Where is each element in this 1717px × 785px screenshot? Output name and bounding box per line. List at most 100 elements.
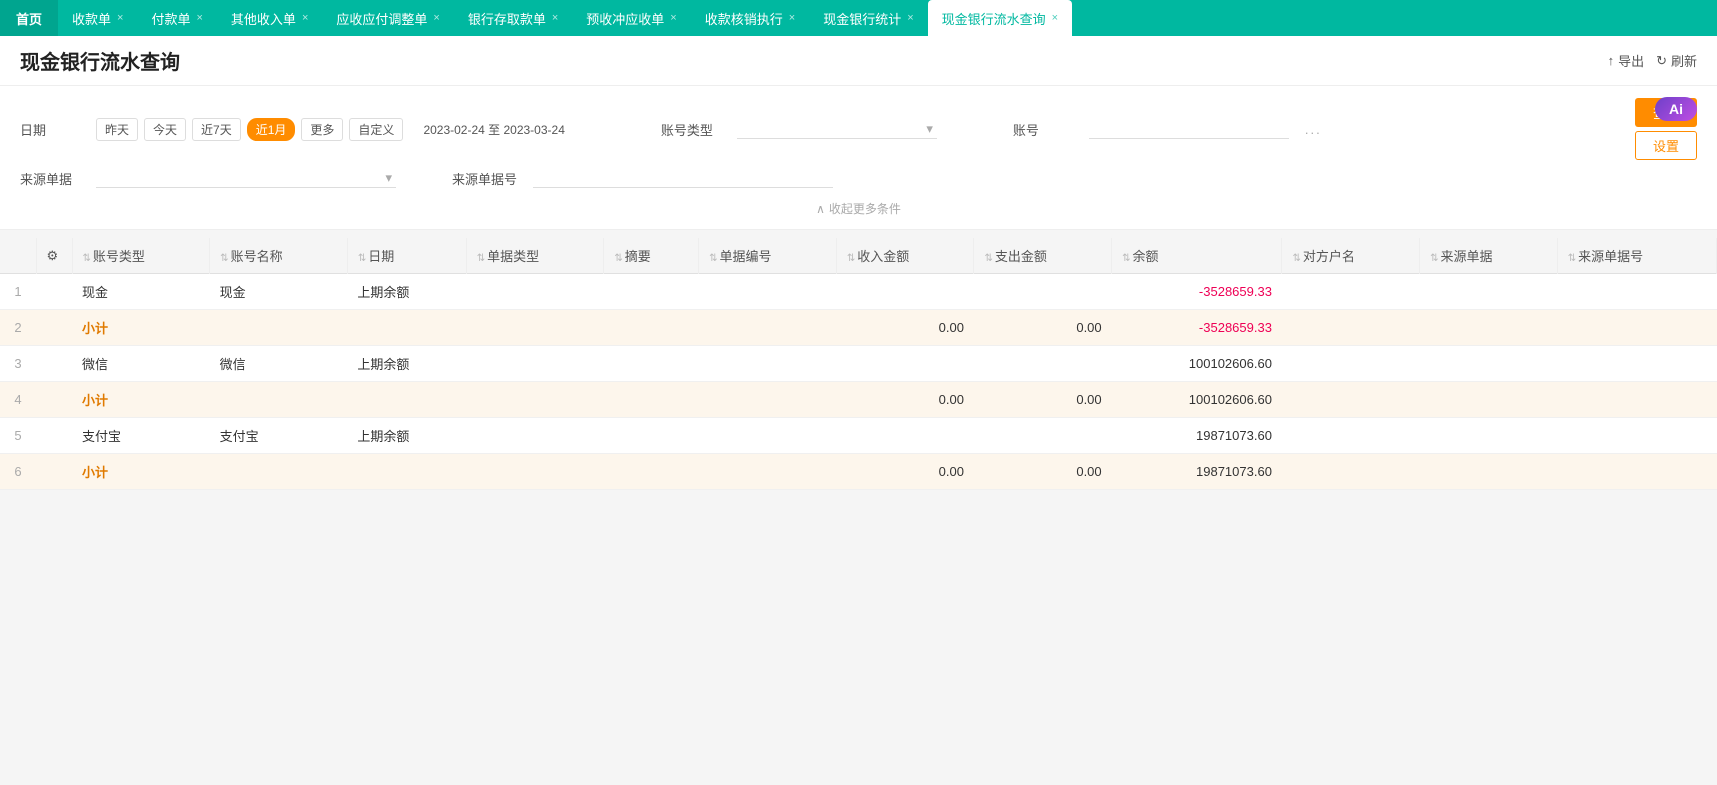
- refresh-button[interactable]: ↻ 刷新: [1656, 51, 1697, 70]
- cell-source_doc: [1420, 454, 1558, 490]
- nav-tab-label: 预收冲应收单: [586, 9, 664, 28]
- col-num: [0, 238, 36, 274]
- cell-account_name: [210, 454, 348, 490]
- col-header-income[interactable]: ⇅收入金额: [836, 238, 974, 274]
- export-button[interactable]: ↑ 导出: [1608, 51, 1645, 70]
- nav-tab-收款核销执行[interactable]: 收款核销执行×: [691, 0, 809, 36]
- close-tab-icon[interactable]: ×: [789, 12, 795, 24]
- col-header-summary[interactable]: ⇅摘要: [604, 238, 699, 274]
- nav-tab-应收应付调整单[interactable]: 应收应付调整单×: [322, 0, 453, 36]
- col-header-settings[interactable]: ⚙: [36, 238, 72, 274]
- cell-doc_type: [466, 310, 604, 346]
- cell-balance: 19871073.60: [1112, 454, 1282, 490]
- col-header-expense[interactable]: ⇅支出金额: [974, 238, 1112, 274]
- sort-icon-doc_type: ⇅: [477, 253, 485, 264]
- cell-account_type: 小计: [72, 310, 210, 346]
- nav-tab-付款单[interactable]: 付款单×: [137, 0, 216, 36]
- sort-icon-balance: ⇅: [1122, 253, 1130, 264]
- account-input[interactable]: [1089, 119, 1289, 139]
- col-header-doc_type[interactable]: ⇅单据类型: [466, 238, 604, 274]
- row-settings-cell: [36, 382, 72, 418]
- close-tab-icon[interactable]: ×: [552, 12, 558, 24]
- sort-icon-account_type: ⇅: [83, 253, 91, 264]
- close-tab-icon[interactable]: ×: [196, 12, 202, 24]
- date-label: 日期: [20, 120, 80, 139]
- close-tab-icon[interactable]: ×: [670, 12, 676, 24]
- row-num: 5: [0, 418, 36, 454]
- cell-date: [347, 382, 466, 418]
- cell-expense: 0.00: [974, 310, 1112, 346]
- source-doc-no-input[interactable]: [533, 168, 833, 188]
- account-type-select[interactable]: 现金 微信 支付宝: [737, 119, 937, 139]
- cell-account_type: 支付宝: [72, 418, 210, 454]
- cell-account_name: 支付宝: [210, 418, 348, 454]
- cell-income: [836, 274, 974, 310]
- cell-counterparty: [1282, 274, 1420, 310]
- row-settings-cell: [36, 454, 72, 490]
- close-tab-icon[interactable]: ×: [302, 12, 308, 24]
- close-tab-icon[interactable]: ×: [1052, 12, 1058, 24]
- table-row: 4小计0.000.00100102606.60: [0, 382, 1717, 418]
- nav-tab-银行存取款单[interactable]: 银行存取款单×: [454, 0, 572, 36]
- cell-counterparty: [1282, 454, 1420, 490]
- sort-icon-account_name: ⇅: [220, 253, 228, 264]
- nav-tab-其他收入单[interactable]: 其他收入单×: [217, 0, 322, 36]
- col-header-balance[interactable]: ⇅余额: [1112, 238, 1282, 274]
- cell-doc_no: [699, 454, 837, 490]
- date-btn-昨天[interactable]: 昨天: [96, 118, 138, 141]
- ai-button[interactable]: Ai: [1655, 97, 1697, 121]
- date-btn-近7天[interactable]: 近7天: [192, 118, 241, 141]
- nav-tab-预收冲应收单[interactable]: 预收冲应收单 ×: [572, 0, 690, 36]
- nav-home[interactable]: 首页: [0, 0, 58, 36]
- data-table: ⚙ ⇅账号类型⇅账号名称⇅日期⇅单据类型⇅摘要⇅单据编号⇅收入金额⇅支出金额⇅余额…: [0, 238, 1717, 490]
- table-row: 5支付宝支付宝上期余额19871073.60: [0, 418, 1717, 454]
- account-label: 账号: [1013, 120, 1073, 139]
- cell-income: [836, 346, 974, 382]
- col-header-doc_no[interactable]: ⇅单据编号: [699, 238, 837, 274]
- col-header-counterparty[interactable]: ⇅对方户名: [1282, 238, 1420, 274]
- row-num: 2: [0, 310, 36, 346]
- cell-doc_type: [466, 382, 604, 418]
- col-header-account_name[interactable]: ⇅账号名称: [210, 238, 348, 274]
- settings-gear-icon[interactable]: ⚙: [47, 248, 59, 263]
- cell-balance: -3528659.33: [1112, 274, 1282, 310]
- close-tab-icon[interactable]: ×: [433, 12, 439, 24]
- table-container: ⚙ ⇅账号类型⇅账号名称⇅日期⇅单据类型⇅摘要⇅单据编号⇅收入金额⇅支出金额⇅余额…: [0, 238, 1717, 490]
- col-header-source_doc[interactable]: ⇅来源单据: [1420, 238, 1558, 274]
- cell-account_name: 微信: [210, 346, 348, 382]
- table-row: 2小计0.000.00-3528659.33: [0, 310, 1717, 346]
- source-doc-select[interactable]: [96, 168, 396, 188]
- cell-account_type: 现金: [72, 274, 210, 310]
- row-settings-cell: [36, 346, 72, 382]
- row-num: 4: [0, 382, 36, 418]
- cell-source_doc_no: [1557, 454, 1716, 490]
- cell-source_doc_no: [1557, 274, 1716, 310]
- close-tab-icon[interactable]: ×: [907, 12, 913, 24]
- nav-tab-现金银行统计[interactable]: 现金银行统计×: [809, 0, 927, 36]
- cell-source_doc: [1420, 346, 1558, 382]
- filter-area: 日期 昨天今天近7天近1月更多自定义 2023-02-24 至 2023-03-…: [0, 86, 1717, 230]
- cell-source_doc: [1420, 382, 1558, 418]
- nav-tab-收款单[interactable]: 收款单×: [58, 0, 137, 36]
- cell-balance: -3528659.33: [1112, 310, 1282, 346]
- header-actions: ↑ 导出 ↻ 刷新: [1608, 51, 1697, 70]
- cell-source_doc_no: [1557, 382, 1716, 418]
- collapse-button[interactable]: ∧ 收起更多条件: [816, 200, 901, 217]
- date-btn-更多[interactable]: 更多: [301, 118, 343, 141]
- col-header-account_type[interactable]: ⇅账号类型: [72, 238, 210, 274]
- date-range: 2023-02-24 至 2023-03-24: [423, 121, 564, 138]
- more-button[interactable]: ...: [1305, 122, 1322, 137]
- col-header-source_doc_no[interactable]: ⇅来源单据号: [1557, 238, 1716, 274]
- date-btn-今天[interactable]: 今天: [144, 118, 186, 141]
- cell-balance: 100102606.60: [1112, 382, 1282, 418]
- close-tab-icon[interactable]: ×: [117, 12, 123, 24]
- col-header-date[interactable]: ⇅日期: [347, 238, 466, 274]
- sort-icon-source_doc_no: ⇅: [1568, 253, 1576, 264]
- nav-tab-现金银行流水查询[interactable]: 现金银行流水查询×: [928, 0, 1072, 36]
- table-row: 6小计0.000.0019871073.60: [0, 454, 1717, 490]
- settings-button[interactable]: 设置: [1635, 131, 1697, 160]
- source-doc-select-wrapper: ▾: [96, 168, 396, 188]
- date-btn-自定义[interactable]: 自定义: [349, 118, 403, 141]
- date-btn-近1月[interactable]: 近1月: [247, 118, 296, 141]
- cell-doc_type: [466, 346, 604, 382]
